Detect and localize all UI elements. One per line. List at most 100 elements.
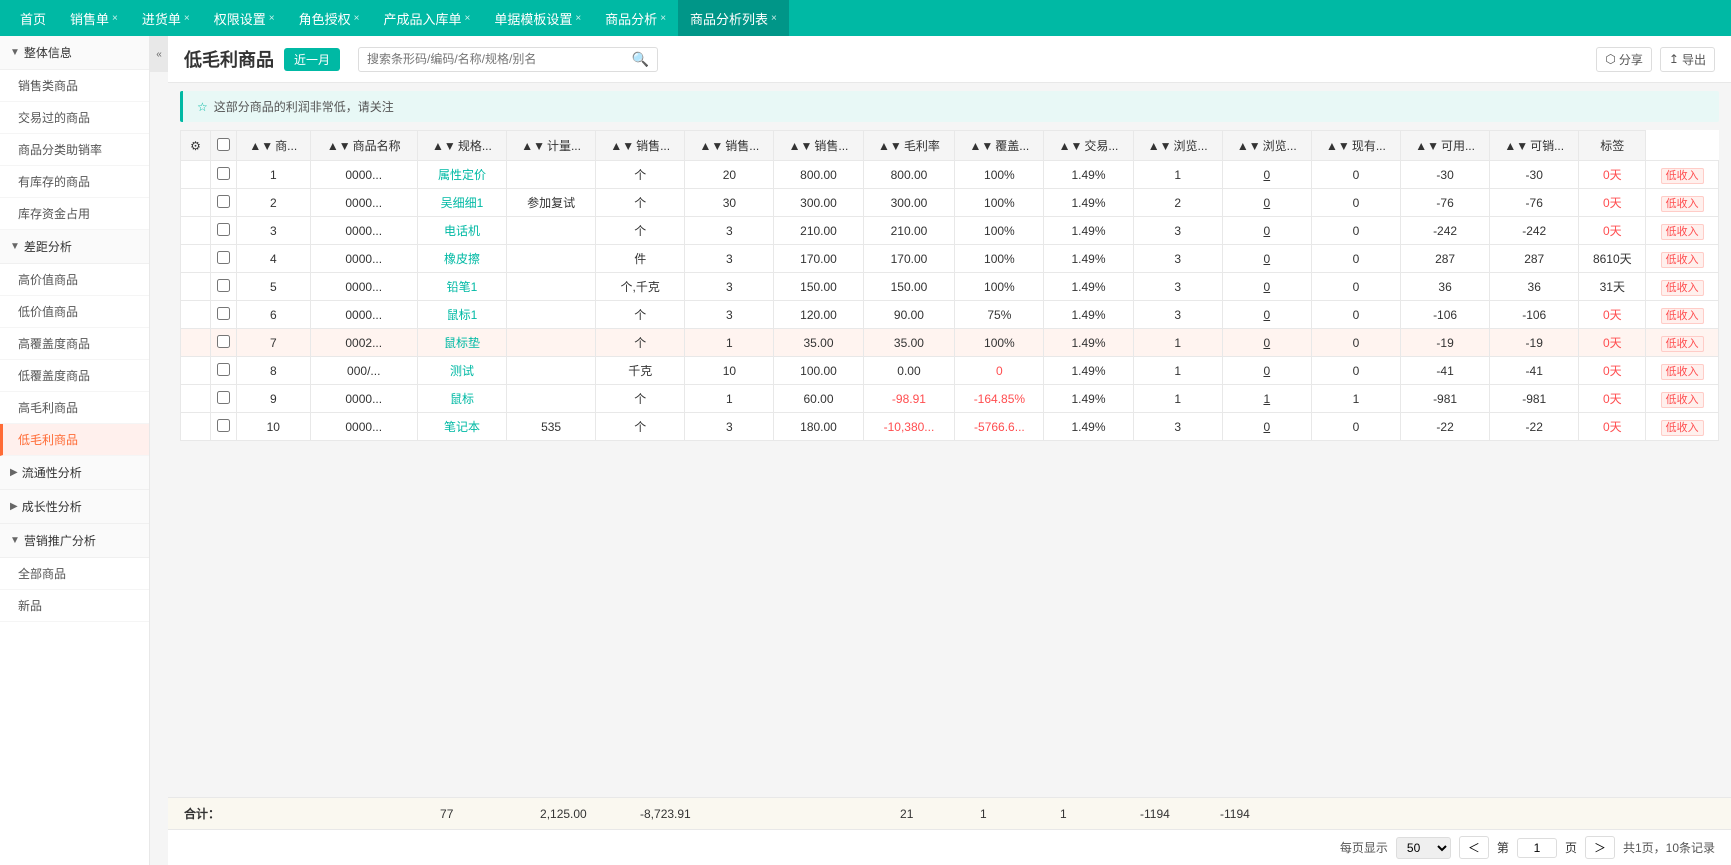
- sidebar-item-low-value[interactable]: 低价值商品: [0, 296, 149, 328]
- next-page-btn[interactable]: ＞: [1585, 836, 1615, 859]
- nav-close-sales[interactable]: ×: [112, 13, 118, 24]
- row-browse1[interactable]: 1: [1222, 385, 1311, 413]
- export-btn[interactable]: ↥ 导出: [1660, 47, 1715, 72]
- page-size-select[interactable]: 50 100: [1396, 837, 1451, 859]
- row-checkbox[interactable]: [211, 413, 237, 441]
- nav-analysis[interactable]: 商品分析 ×: [593, 0, 678, 36]
- row-browse1[interactable]: 0: [1222, 245, 1311, 273]
- col-checkbox[interactable]: [211, 131, 237, 161]
- sidebar-item-high-margin[interactable]: 高毛利商品: [0, 392, 149, 424]
- row-unit: 个: [596, 217, 685, 245]
- row-browse1[interactable]: 0: [1222, 357, 1311, 385]
- nav-close-templates[interactable]: ×: [575, 13, 581, 24]
- row-name[interactable]: 属性定价: [417, 161, 506, 189]
- data-table: ⚙ ▲▼商... ▲▼商品名称 ▲▼规格... ▲▼计量... ▲▼销售... …: [180, 130, 1719, 441]
- sidebar-item-all-goods[interactable]: 全部商品: [0, 558, 149, 590]
- row-checkbox[interactable]: [211, 357, 237, 385]
- col-browse1: ▲▼浏览...: [1133, 131, 1222, 161]
- share-btn[interactable]: ⬡ 分享: [1596, 47, 1652, 72]
- page-number-input[interactable]: [1517, 838, 1557, 858]
- sidebar-group-growth[interactable]: ▶ 成长性分析: [0, 490, 149, 524]
- row-sale-profit: 35.00: [863, 329, 955, 357]
- row-browse1[interactable]: 0: [1222, 301, 1311, 329]
- sidebar-group-liquidity[interactable]: ▶ 流通性分析: [0, 456, 149, 490]
- nav-close-permissions[interactable]: ×: [269, 13, 275, 24]
- sidebar-item-sales-goods[interactable]: 销售类商品: [0, 70, 149, 102]
- row-name[interactable]: 鼠标: [417, 385, 506, 413]
- nav-analysis-list[interactable]: 商品分析列表 ×: [678, 0, 789, 36]
- nav-close-analysis-list[interactable]: ×: [771, 13, 777, 24]
- select-all-checkbox[interactable]: [217, 138, 230, 151]
- row-checkbox[interactable]: [211, 217, 237, 245]
- row-sellable: 0天: [1579, 189, 1646, 217]
- nav-sales[interactable]: 销售单 ×: [58, 0, 130, 36]
- search-input[interactable]: [367, 52, 632, 66]
- row-name[interactable]: 橡皮擦: [417, 245, 506, 273]
- nav-permissions[interactable]: 权限设置 ×: [202, 0, 287, 36]
- sidebar-item-traded-goods[interactable]: 交易过的商品: [0, 102, 149, 134]
- filter-recent-month-btn[interactable]: 近一月: [284, 48, 340, 71]
- nav-close-roles[interactable]: ×: [354, 13, 360, 24]
- row-browse1[interactable]: 0: [1222, 161, 1311, 189]
- col-coverage: ▲▼覆盖...: [955, 131, 1044, 161]
- row-num: 8: [237, 357, 311, 385]
- row-browse1[interactable]: 0: [1222, 273, 1311, 301]
- nav-home[interactable]: 首页: [8, 0, 58, 36]
- nav-products[interactable]: 产成品入库单 ×: [371, 0, 482, 36]
- row-browse1[interactable]: 0: [1222, 329, 1311, 357]
- row-tag: 低收入: [1646, 385, 1719, 413]
- row-name[interactable]: 测试: [417, 357, 506, 385]
- row-checkbox[interactable]: [211, 329, 237, 357]
- prev-page-btn[interactable]: ＜: [1459, 836, 1489, 859]
- row-gross-rate: 1.49%: [1044, 245, 1133, 273]
- nav-purchase[interactable]: 进货单 ×: [130, 0, 202, 36]
- sidebar-item-high-coverage[interactable]: 高覆盖度商品: [0, 328, 149, 360]
- sidebar-group-marketing[interactable]: ▼ 营销推广分析: [0, 524, 149, 558]
- sidebar-item-high-value[interactable]: 高价值商品: [0, 264, 149, 296]
- row-checkbox[interactable]: [211, 245, 237, 273]
- sidebar-item-category-rate[interactable]: 商品分类助销率: [0, 134, 149, 166]
- sidebar-item-stock-capital[interactable]: 库存资金占用: [0, 198, 149, 230]
- row-profit-rate: 100%: [955, 329, 1044, 357]
- nav-close-analysis[interactable]: ×: [660, 13, 666, 24]
- row-checkbox[interactable]: [211, 161, 237, 189]
- chevron-right-icon: ▶: [10, 467, 18, 478]
- sidebar-collapse-btn[interactable]: «: [150, 36, 168, 72]
- footer-browse1: 1: [980, 807, 1040, 821]
- row-trade: 2: [1133, 189, 1222, 217]
- row-spec: [507, 385, 596, 413]
- nav-templates[interactable]: 单据模板设置 ×: [482, 0, 593, 36]
- row-browse1[interactable]: 0: [1222, 413, 1311, 441]
- row-name[interactable]: 鼠标垫: [417, 329, 506, 357]
- table-row: 10 0000... 笔记本 535 个 3 180.00 -10,380...…: [181, 413, 1719, 441]
- row-name[interactable]: 鼠标1: [417, 301, 506, 329]
- row-sale-profit: 0.00: [863, 357, 955, 385]
- row-name[interactable]: 电话机: [417, 217, 506, 245]
- sidebar-group-overview[interactable]: ▼ 整体信息: [0, 36, 149, 70]
- row-checkbox[interactable]: [211, 273, 237, 301]
- sidebar-item-low-margin[interactable]: 低毛利商品: [0, 424, 149, 456]
- row-name[interactable]: 铅笔1: [417, 273, 506, 301]
- row-sale-profit: -10,380...: [863, 413, 955, 441]
- sidebar-item-stock-goods[interactable]: 有库存的商品: [0, 166, 149, 198]
- nav-close-purchase[interactable]: ×: [184, 13, 190, 24]
- row-name[interactable]: 吴细细1: [417, 189, 506, 217]
- row-checkbox[interactable]: [211, 301, 237, 329]
- row-code: 000/...: [310, 357, 417, 385]
- row-sale-qty: 3: [685, 217, 774, 245]
- nav-roles[interactable]: 角色授权 ×: [287, 0, 372, 36]
- row-checkbox[interactable]: [211, 189, 237, 217]
- notice-icon: ☆: [197, 100, 208, 114]
- sidebar-item-new-goods[interactable]: 新品: [0, 590, 149, 622]
- row-available: -981: [1490, 385, 1579, 413]
- row-current: -22: [1401, 413, 1490, 441]
- page-label: 第: [1497, 839, 1509, 856]
- sidebar-item-low-coverage[interactable]: 低覆盖度商品: [0, 360, 149, 392]
- row-browse1[interactable]: 0: [1222, 189, 1311, 217]
- col-settings[interactable]: ⚙: [181, 131, 211, 161]
- row-browse1[interactable]: 0: [1222, 217, 1311, 245]
- nav-close-products[interactable]: ×: [464, 13, 470, 24]
- row-name[interactable]: 笔记本: [417, 413, 506, 441]
- row-checkbox[interactable]: [211, 385, 237, 413]
- sidebar-group-gap-analysis[interactable]: ▼ 差距分析: [0, 230, 149, 264]
